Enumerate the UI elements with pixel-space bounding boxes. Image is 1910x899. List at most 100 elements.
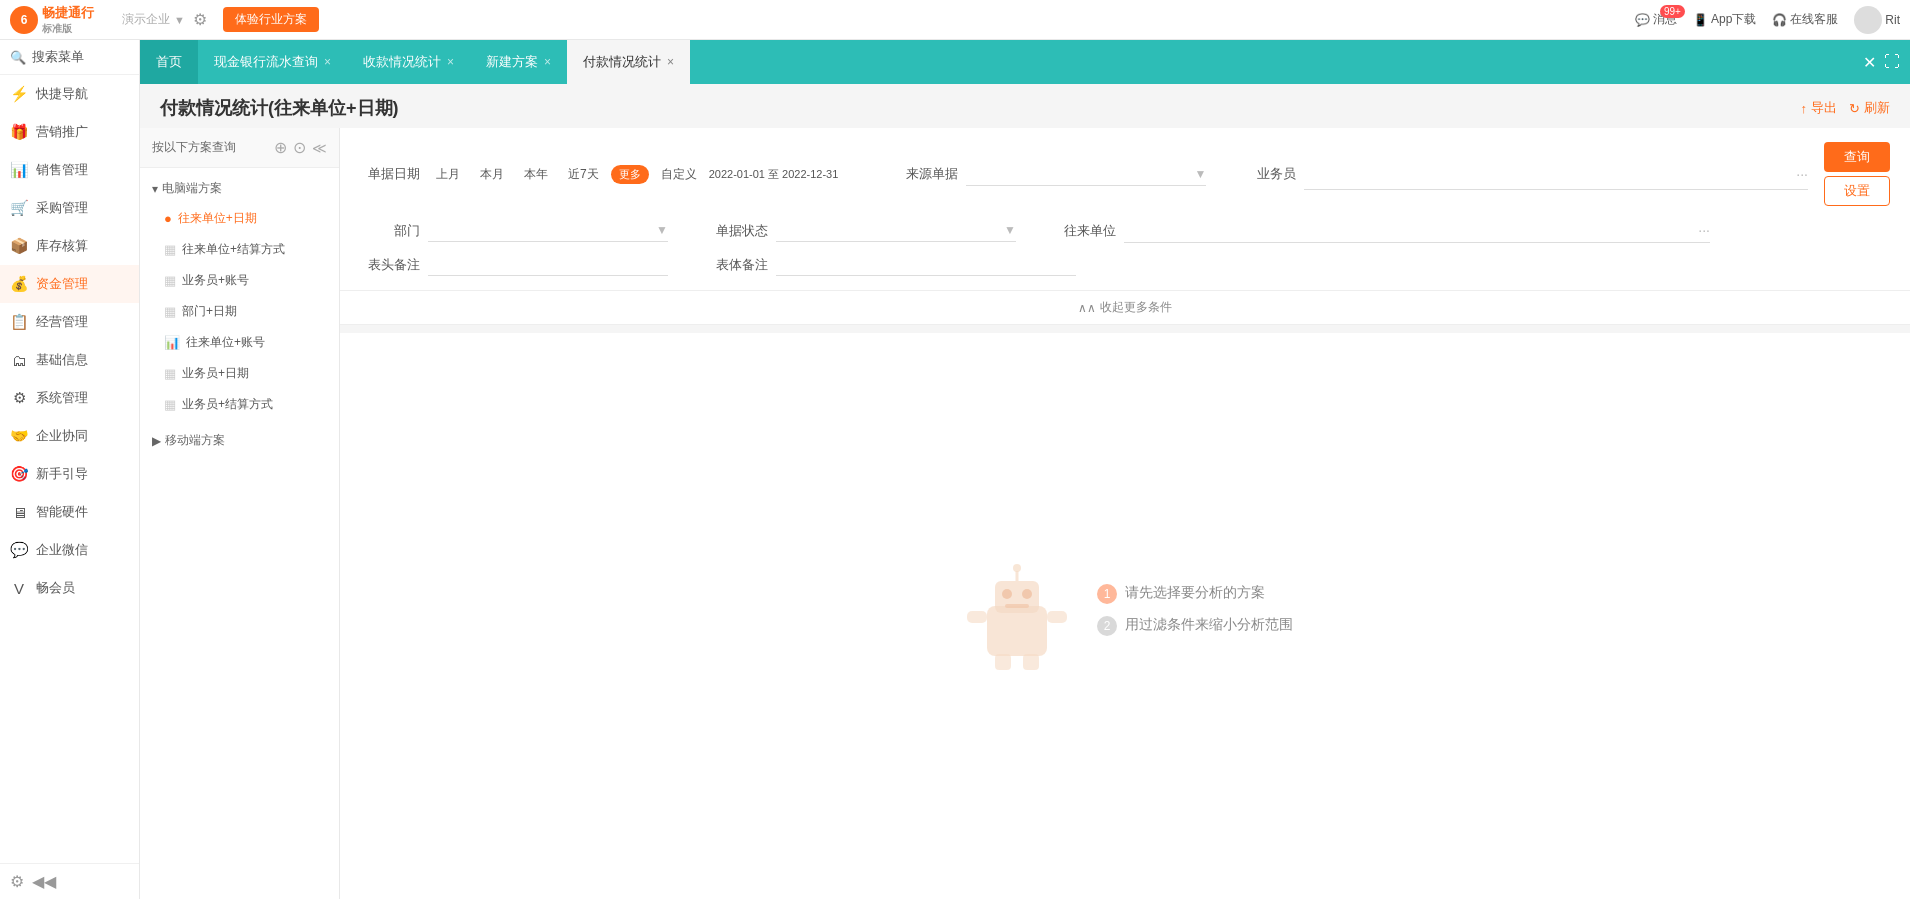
- dept-dropdown-icon: ▼: [656, 223, 668, 237]
- sidebar-item-hardware[interactable]: 🖥 智能硬件: [0, 493, 139, 531]
- scheme-item-label-5: 业务员+日期: [182, 365, 249, 382]
- gear-icon[interactable]: ⚙: [193, 10, 207, 29]
- customer-service-button[interactable]: 🎧 在线客服: [1772, 11, 1838, 28]
- tab-cashflow[interactable]: 现金银行流水查询 ×: [198, 40, 347, 84]
- date-btn-custom[interactable]: 自定义: [653, 164, 705, 185]
- tab-payments-close[interactable]: ×: [667, 55, 674, 69]
- sidebar-item-weixin[interactable]: 💬 企业微信: [0, 531, 139, 569]
- salesman-input[interactable]: [1304, 163, 1796, 185]
- svg-rect-8: [1023, 654, 1039, 670]
- user-menu[interactable]: Rit: [1854, 6, 1900, 34]
- date-btn-this-year[interactable]: 本年: [516, 164, 556, 185]
- quick-nav-icon: ⚡: [10, 85, 28, 103]
- source-dropdown-icon: ▼: [1194, 167, 1206, 181]
- sidebar-bottom: ⚙ ◀◀: [0, 863, 139, 899]
- date-btn-7days[interactable]: 近7天: [560, 164, 607, 185]
- date-btn-last-month[interactable]: 上月: [428, 164, 468, 185]
- sidebar-item-purchase[interactable]: 🛒 采购管理: [0, 189, 139, 227]
- sidebar-item-guide[interactable]: 🎯 新手引导: [0, 455, 139, 493]
- content-wrapper: 首页 现金银行流水查询 × 收款情况统计 × 新建方案 × 付款情况统计 × ✕…: [140, 40, 1910, 899]
- header-note-input-container: [428, 253, 668, 276]
- settings-icon[interactable]: ⚙: [10, 872, 24, 891]
- tab-bar-actions: ✕ ⛶: [1853, 40, 1910, 84]
- purchase-icon: 🛒: [10, 199, 28, 217]
- empty-content: 1 请先选择要分析的方案 2 用过滤条件来缩小分析范围: [957, 556, 1293, 676]
- dept-select[interactable]: ▼: [428, 219, 668, 242]
- scheme-item-2[interactable]: ▦ 业务员+账号: [140, 265, 339, 296]
- setting-button[interactable]: 设置: [1824, 176, 1890, 206]
- scheme-pc-group-title[interactable]: ▾ 电脑端方案: [140, 174, 339, 203]
- tab-payments[interactable]: 付款情况统计 ×: [567, 40, 690, 84]
- filter-row-2: 部门 ▼ 单据状态 ▼ 往来单位 ···: [360, 218, 1890, 243]
- scheme-item-3[interactable]: ▦ 部门+日期: [140, 296, 339, 327]
- page-title: 付款情况统计(往来单位+日期): [160, 96, 399, 120]
- system-icon: ⚙: [10, 389, 28, 407]
- settings-scheme-icon[interactable]: ⊙: [293, 138, 306, 157]
- message-badge: 99+: [1660, 5, 1685, 18]
- salesman-dots[interactable]: ···: [1796, 166, 1808, 182]
- collapse-button[interactable]: ∧∧ 收起更多条件: [1078, 299, 1172, 316]
- date-btn-this-month[interactable]: 本月: [472, 164, 512, 185]
- source-select[interactable]: ▼: [966, 163, 1206, 186]
- sidebar-item-system[interactable]: ⚙ 系统管理: [0, 379, 139, 417]
- scheme-item-6[interactable]: ▦ 业务员+结算方式: [140, 389, 339, 420]
- marketing-icon: 🎁: [10, 123, 28, 141]
- date-btn-more[interactable]: 更多: [611, 165, 649, 184]
- message-button[interactable]: 💬 消息 99+: [1635, 11, 1677, 28]
- avatar: [1854, 6, 1882, 34]
- close-all-tabs-icon[interactable]: ✕: [1863, 53, 1876, 72]
- search-menu-button[interactable]: 🔍 搜索菜单: [0, 40, 139, 75]
- scheme-item-4[interactable]: 📊 往来单位+账号: [140, 327, 339, 358]
- scheme-item-1[interactable]: ▦ 往来单位+结算方式: [140, 234, 339, 265]
- sidebar-item-operation[interactable]: 📋 经营管理: [0, 303, 139, 341]
- tab-new-scheme[interactable]: 新建方案 ×: [470, 40, 567, 84]
- body-note-input[interactable]: [776, 253, 1076, 275]
- tip-num-1: 1: [1097, 584, 1117, 604]
- header-note-label: 表头备注: [360, 256, 420, 274]
- sidebar-item-inventory[interactable]: 📦 库存核算: [0, 227, 139, 265]
- sidebar-item-capital[interactable]: 💰 资金管理: [0, 265, 139, 303]
- status-select[interactable]: ▼: [776, 219, 1016, 242]
- sidebar-item-basic[interactable]: 🗂 基础信息: [0, 341, 139, 379]
- company-selector[interactable]: 演示企业 ▼: [122, 11, 185, 28]
- member-icon: V: [10, 579, 28, 597]
- collapse-scheme-icon[interactable]: ≪: [312, 140, 327, 156]
- tab-payments-label: 付款情况统计: [583, 53, 661, 71]
- scheme-panel-title: 按以下方案查询: [152, 139, 236, 156]
- sidebar-item-quick-nav[interactable]: ⚡ 快捷导航: [0, 75, 139, 113]
- scheme-item-0[interactable]: ● 往来单位+日期: [140, 203, 339, 234]
- top-bar-right: 💬 消息 99+ 📱 App下载 🎧 在线客服 Rit: [1635, 6, 1900, 34]
- scheme-item-label-2: 业务员+账号: [182, 272, 249, 289]
- svg-point-2: [1002, 589, 1012, 599]
- sidebar-item-corp[interactable]: 🤝 企业协同: [0, 417, 139, 455]
- header-note-input[interactable]: [428, 253, 668, 275]
- add-scheme-icon[interactable]: ⊕: [274, 138, 287, 157]
- refresh-button[interactable]: ↻ 刷新: [1849, 99, 1890, 117]
- tab-receipts-close[interactable]: ×: [447, 55, 454, 69]
- company-name: 演示企业: [122, 11, 170, 28]
- partner-dots[interactable]: ···: [1698, 222, 1710, 238]
- tab-receipts[interactable]: 收款情况统计 ×: [347, 40, 470, 84]
- export-button[interactable]: ↑ 导出: [1801, 99, 1838, 117]
- sidebar-item-label: 库存核算: [36, 237, 88, 255]
- tab-home[interactable]: 首页: [140, 40, 198, 84]
- sidebar-item-label: 智能硬件: [36, 503, 88, 521]
- tab-new-scheme-close[interactable]: ×: [544, 55, 551, 69]
- sidebar-item-sales[interactable]: 📊 销售管理: [0, 151, 139, 189]
- fullscreen-icon[interactable]: ⛶: [1884, 53, 1900, 71]
- trial-button[interactable]: 体验行业方案: [223, 7, 319, 32]
- tab-cashflow-close[interactable]: ×: [324, 55, 331, 69]
- scheme-mobile-group[interactable]: ▶ 移动端方案: [140, 426, 339, 455]
- tab-receipts-label: 收款情况统计: [363, 53, 441, 71]
- app-download-button[interactable]: 📱 App下载: [1693, 11, 1756, 28]
- tab-new-scheme-label: 新建方案: [486, 53, 538, 71]
- user-name: Rit: [1885, 13, 1900, 27]
- scheme-item-icon-2: ▦: [164, 273, 176, 288]
- collapse-sidebar-icon[interactable]: ◀◀: [32, 872, 56, 891]
- query-button[interactable]: 查询: [1824, 142, 1890, 172]
- scheme-item-5[interactable]: ▦ 业务员+日期: [140, 358, 339, 389]
- date-range-container: 2022-01-01 至 2022-12-31: [709, 167, 839, 182]
- sidebar-item-member[interactable]: V 畅会员: [0, 569, 139, 607]
- sidebar-item-marketing[interactable]: 🎁 营销推广: [0, 113, 139, 151]
- sidebar-item-label: 企业微信: [36, 541, 88, 559]
